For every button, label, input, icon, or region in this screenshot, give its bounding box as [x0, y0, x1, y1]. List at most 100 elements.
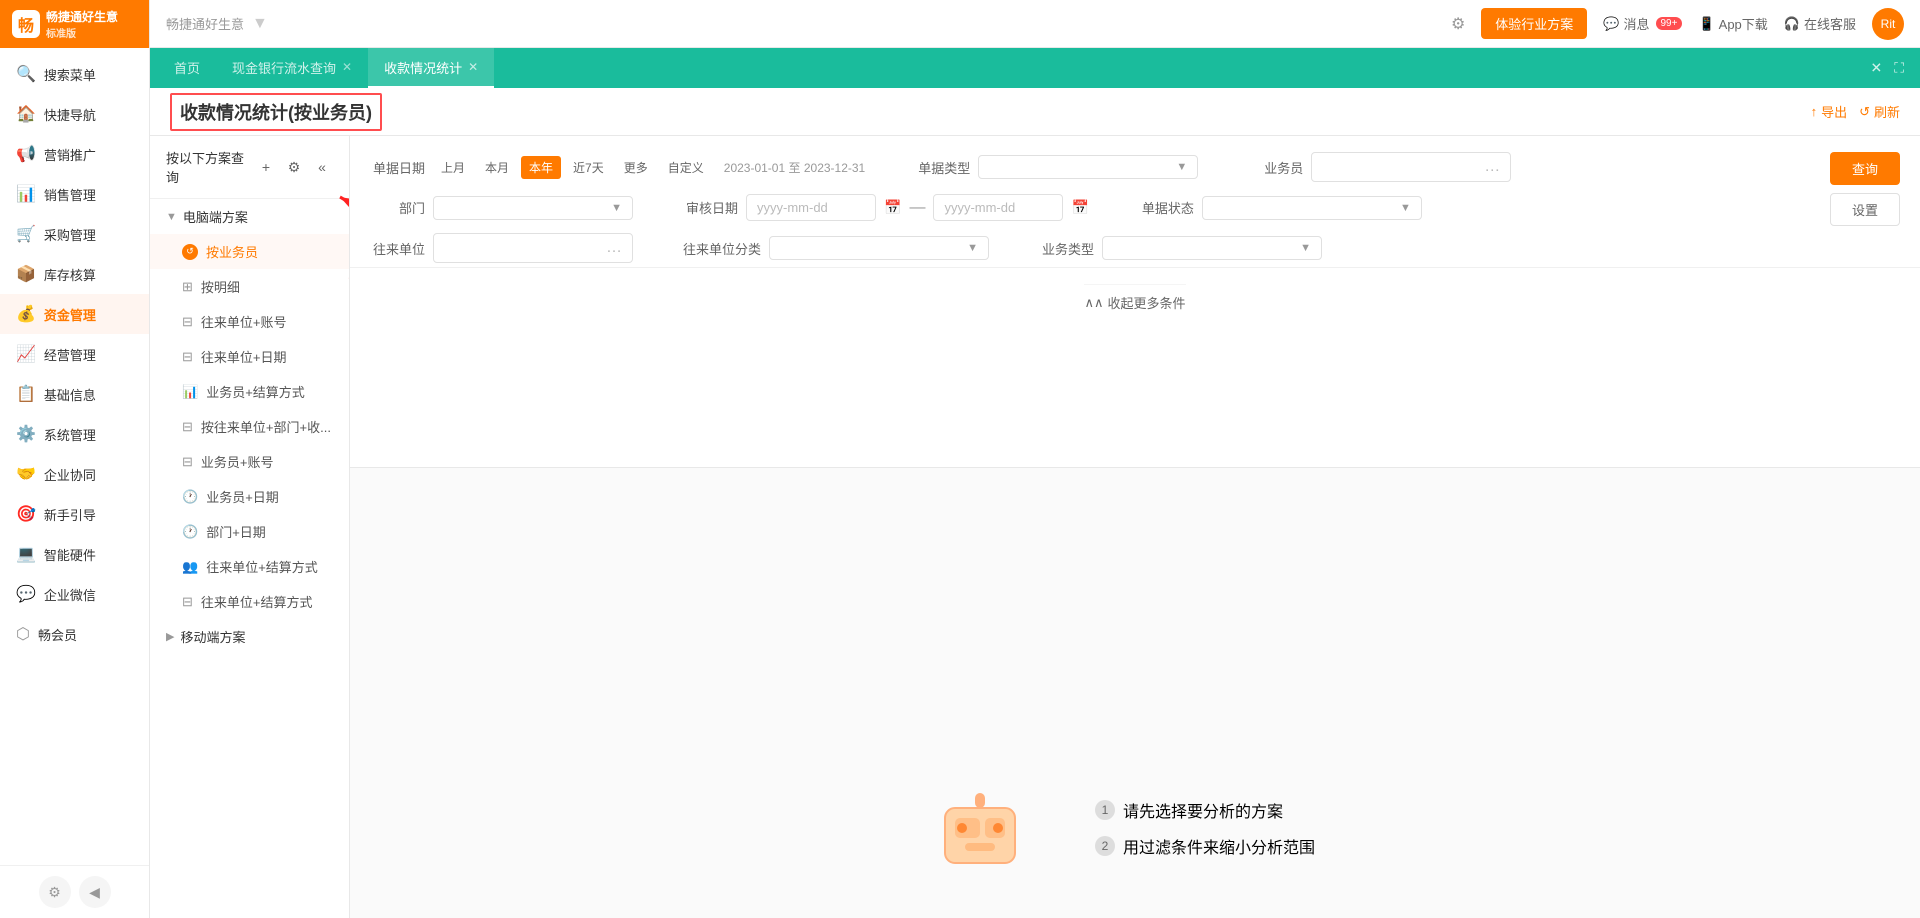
service-label: 在线客服: [1804, 14, 1856, 33]
partner-select[interactable]: …: [433, 233, 633, 263]
scheme-group-pc-header[interactable]: ▼ 电脑端方案: [150, 199, 349, 234]
sidebar-item-marketing[interactable]: 📢 营销推广: [0, 134, 149, 174]
scheme-item-partner-settle2[interactable]: ⊟ 往来单位+结算方式: [150, 584, 349, 619]
sidebar-item-label: 搜索菜单: [44, 65, 96, 84]
partner-more-icon[interactable]: …: [606, 239, 622, 257]
inventory-icon: 📦: [16, 264, 36, 284]
business-type-select[interactable]: ▼: [1102, 236, 1322, 260]
partner-category-field-group: 往来单位分类 ▼: [683, 236, 989, 260]
doctype-field-group: 单据类型 ▼: [915, 155, 1198, 179]
sidebar-item-finance[interactable]: 💰 资金管理: [0, 294, 149, 334]
scheme-item-by-sales[interactable]: ↺ 按业务员: [150, 234, 349, 269]
sidebar-item-wechat[interactable]: 💬 企业微信: [0, 574, 149, 614]
calendar-icon-to[interactable]: 📅: [1071, 199, 1088, 216]
export-label: 导出: [1821, 102, 1847, 121]
partner-category-label: 往来单位分类: [683, 239, 761, 258]
tab-bar: 首页 现金银行流水查询 ✕ 收款情况统计 ✕ ✕ ⛶: [150, 48, 1920, 88]
tab-receipt-stats[interactable]: 收款情况统计 ✕: [368, 48, 494, 88]
scheme-collapse-btn[interactable]: «: [311, 156, 333, 178]
sidebar-item-guide[interactable]: 🎯 新手引导: [0, 494, 149, 534]
docstatus-field-group: 单据状态 ▼: [1139, 196, 1422, 220]
docstatus-select[interactable]: ▼: [1202, 196, 1422, 220]
calendar-icon-from[interactable]: 📅: [884, 199, 901, 216]
scheme-item-partner-settle1[interactable]: 👥 往来单位+结算方式: [150, 549, 349, 584]
partner-category-select[interactable]: ▼: [769, 236, 989, 260]
user-avatar[interactable]: Rit: [1872, 8, 1904, 40]
sidebar-item-inventory[interactable]: 📦 库存核算: [0, 254, 149, 294]
export-btn[interactable]: ↑ 导出: [1811, 102, 1848, 121]
salesperson-field-group: 业务员 …: [1248, 152, 1511, 182]
date-tab-lastmonth[interactable]: 上月: [433, 156, 473, 179]
sidebar-item-operations[interactable]: 📈 经营管理: [0, 334, 149, 374]
tab-receiptstats-label: 收款情况统计: [384, 58, 462, 77]
active-scheme-icon: ↺: [182, 244, 198, 260]
sidebar-item-system[interactable]: ⚙️ 系统管理: [0, 414, 149, 454]
collapse-more-btn[interactable]: ∧∧ 收起更多条件: [1084, 284, 1185, 320]
salesperson-select[interactable]: …: [1311, 152, 1511, 182]
tab-bank-flow[interactable]: 现金银行流水查询 ✕: [216, 48, 368, 88]
grid-icon-6: ⊟: [182, 594, 193, 610]
date-tab-custom[interactable]: 自定义: [660, 156, 712, 179]
tab-expand-icon[interactable]: ⛶: [1894, 60, 1904, 77]
sidebar-item-member[interactable]: ⬡ 畅会员: [0, 614, 149, 654]
sidebar-item-sales[interactable]: 📊 销售管理: [0, 174, 149, 214]
sidebar-item-label: 系统管理: [44, 425, 96, 444]
scheme-item-by-detail[interactable]: ⊞ 按明细: [150, 269, 349, 304]
people-icon: 👥: [182, 559, 198, 575]
sidebar-settings-btn[interactable]: ⚙: [39, 876, 71, 908]
date-tab-thismonth[interactable]: 本月: [477, 156, 517, 179]
doctype-select[interactable]: ▼: [978, 155, 1198, 179]
breadcrumb-text: 畅捷通好生意: [166, 14, 244, 33]
sidebar-item-label: 库存核算: [44, 265, 96, 284]
scheme-item-label: 按往来单位+部门+收...: [201, 417, 331, 436]
sidebar-item-quicknav[interactable]: 🏠 快捷导航: [0, 94, 149, 134]
grid-icon-4: ⊟: [182, 419, 193, 435]
sidebar-item-smarthw[interactable]: 💻 智能硬件: [0, 534, 149, 574]
app-download-btn[interactable]: 📱 App下载: [1698, 14, 1767, 33]
scheme-item-partner-date[interactable]: ⊟ 往来单位+日期: [150, 339, 349, 374]
scheme-settings-btn[interactable]: ⚙: [283, 156, 305, 178]
sidebar-item-search[interactable]: 🔍 搜索菜单: [0, 54, 149, 94]
tab-receiptstats-close[interactable]: ✕: [468, 60, 478, 74]
audit-date-from[interactable]: [746, 194, 876, 221]
partner-field-group: 往来单位 …: [370, 233, 633, 263]
sidebar-item-enterprise[interactable]: 🤝 企业协同: [0, 454, 149, 494]
scheme-item-sales-settle[interactable]: 📊 业务员+结算方式: [150, 374, 349, 409]
date-tab-thisyear[interactable]: 本年: [521, 156, 561, 179]
scheme-header-title: 按以下方案查询: [166, 148, 247, 186]
salesperson-more-icon[interactable]: …: [1484, 158, 1500, 176]
trial-btn[interactable]: 体验行业方案: [1481, 8, 1587, 39]
query-button[interactable]: 查询: [1830, 152, 1900, 185]
scheme-add-btn[interactable]: +: [255, 156, 277, 178]
tab-bankflow-close[interactable]: ✕: [342, 60, 352, 74]
tip-text-2: 用过滤条件来缩小分析范围: [1123, 834, 1315, 858]
filter-inner: 单据日期 上月 本月 本年 近7天 更多 自定义 2023-01-01: [350, 136, 1920, 267]
date-field-label: 单据日期: [370, 158, 425, 177]
sidebar-collapse-btn[interactable]: ◀: [79, 876, 111, 908]
dept-select[interactable]: ▼: [433, 196, 633, 220]
marketing-icon: 📢: [16, 144, 36, 164]
scheme-item-partner-account[interactable]: ⊟ 往来单位+账号: [150, 304, 349, 339]
scheme-item-sales-account[interactable]: ⊟ 业务员+账号: [150, 444, 349, 479]
scheme-item-dept-date[interactable]: 🕐 部门+日期: [150, 514, 349, 549]
refresh-btn[interactable]: ↺ 刷新: [1859, 102, 1900, 121]
messages-btn[interactable]: 💬 消息 99+: [1603, 14, 1682, 33]
business-type-field-group: 业务类型 ▼: [1039, 236, 1322, 260]
scheme-group-mobile-header[interactable]: ▶ 移动端方案: [150, 619, 349, 654]
audit-date-to[interactable]: [933, 194, 1063, 221]
filter-settings-button[interactable]: 设置: [1830, 193, 1900, 226]
tab-bar-right: ✕ ⛶: [1870, 60, 1904, 77]
tab-close-all-icon[interactable]: ✕: [1870, 60, 1882, 77]
date-field-group: 单据日期 上月 本月 本年 近7天 更多 自定义 2023-01-01: [370, 156, 865, 179]
tab-home[interactable]: 首页: [158, 48, 216, 88]
tip-text-1: 请先选择要分析的方案: [1123, 798, 1283, 822]
sidebar-item-basicinfo[interactable]: 📋 基础信息: [0, 374, 149, 414]
date-tab-last7days[interactable]: 近7天: [565, 156, 612, 179]
online-service-btn[interactable]: 🎧 在线客服: [1784, 14, 1856, 33]
date-tab-more[interactable]: 更多: [616, 156, 656, 179]
sidebar: 畅 畅捷通好生意 标准版 🔍 搜索菜单 🏠 快捷导航 📢 营销推广 📊 销售管理…: [0, 0, 150, 918]
scheme-item-sales-date[interactable]: 🕐 业务员+日期: [150, 479, 349, 514]
header-settings-icon[interactable]: ⚙: [1451, 14, 1465, 34]
scheme-item-partner-dept[interactable]: ⊟ 按往来单位+部门+收...: [150, 409, 349, 444]
sidebar-item-purchase[interactable]: 🛒 采购管理: [0, 214, 149, 254]
